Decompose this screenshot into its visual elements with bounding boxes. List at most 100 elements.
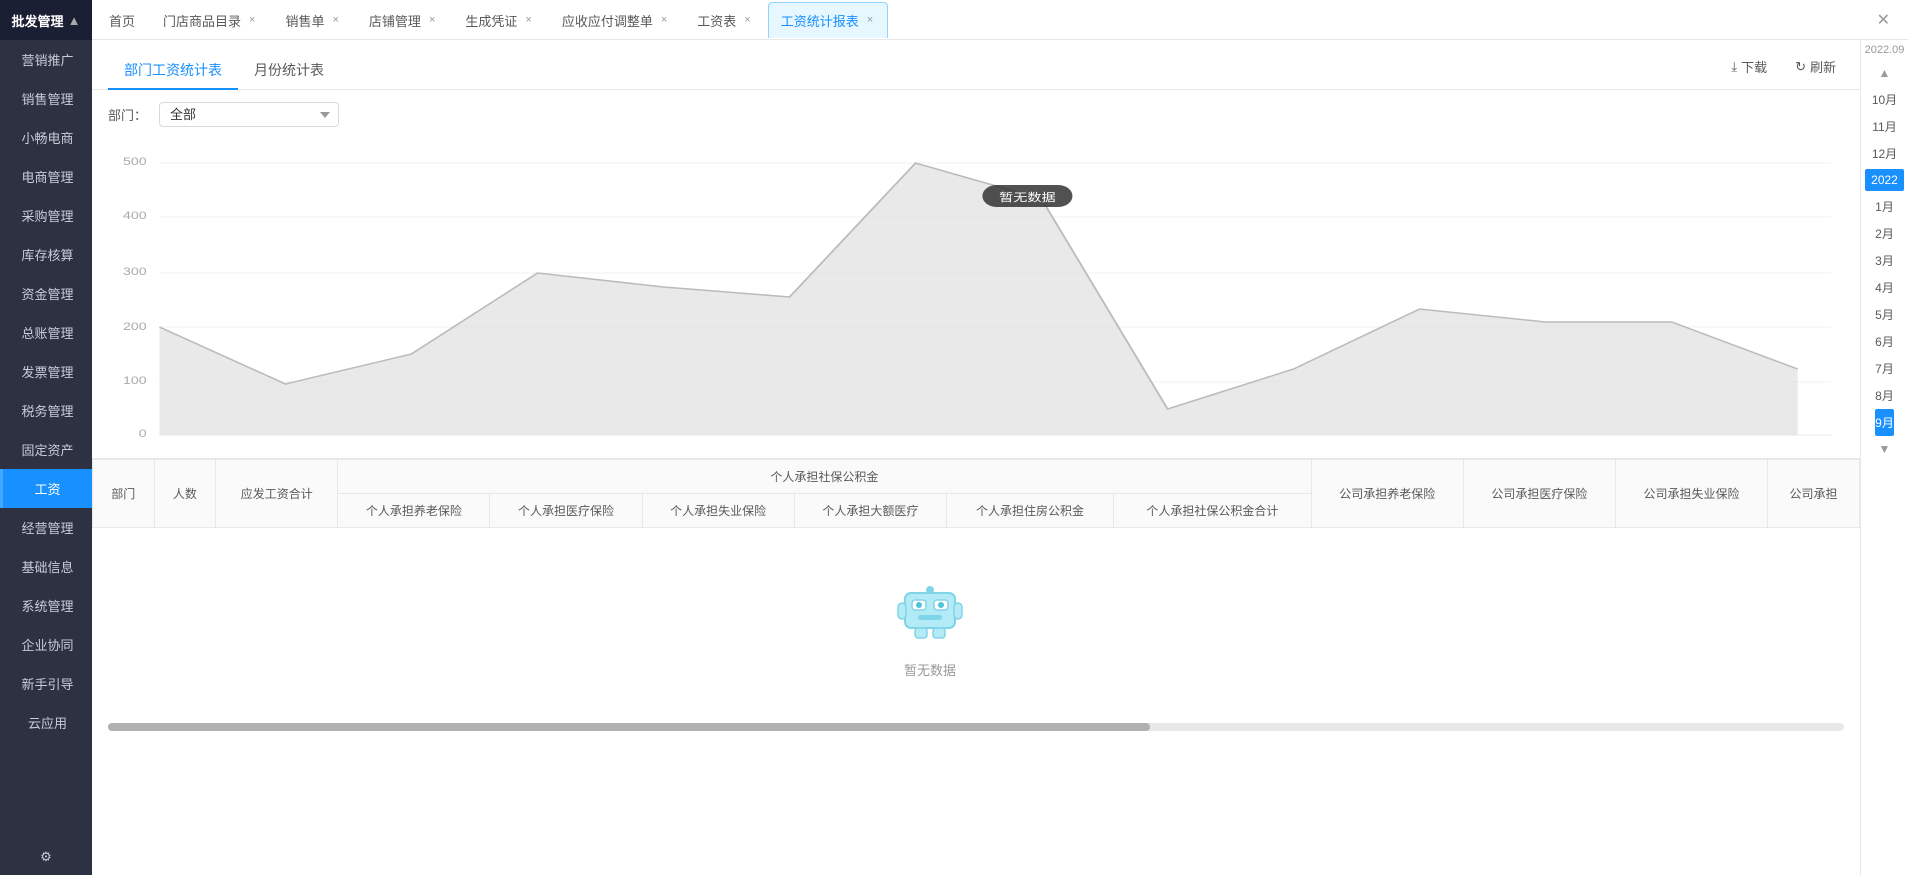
tab-close-icon[interactable]: × [742, 13, 752, 27]
sidebar-item-工资[interactable]: 工资 [0, 469, 92, 508]
filter-label: 部门： [108, 105, 147, 124]
sidebar-item-发票管理[interactable]: 发票管理 [0, 352, 92, 391]
table-area: 部门 人数 应发工资合计 个人承担社保公积金 公司承担养老保险 公司承担医疗保险… [92, 458, 1860, 875]
sidebar-item-云应用[interactable]: 云应用 [0, 703, 92, 742]
tab-店铺管理[interactable]: 店铺管理 × [356, 2, 450, 38]
th-company-other: 公司承担 [1768, 460, 1860, 528]
th-department: 部门 [93, 460, 155, 528]
tab-门店商品目录[interactable]: 门店商品目录× [150, 2, 270, 38]
empty-icon [890, 568, 970, 648]
tab-生成凭证[interactable]: 生成凭证 × [452, 2, 546, 38]
refresh-button[interactable]: ↻ 刷新 [1787, 53, 1844, 80]
tab-close-icon[interactable]: × [247, 13, 257, 27]
sidebar-item-企业协同[interactable]: 企业协同 [0, 625, 92, 664]
scrollbar-thumb[interactable] [108, 723, 1150, 731]
time-month-4月[interactable]: 4月 [1875, 274, 1894, 301]
time-down-button[interactable]: ▼ [1861, 436, 1908, 462]
time-month-2月[interactable]: 2月 [1875, 220, 1894, 247]
time-month-7月[interactable]: 7月 [1875, 355, 1894, 382]
tab-销售单[interactable]: 销售单 × [272, 2, 353, 38]
tab-close-icon[interactable]: × [330, 13, 340, 27]
sub-tab-actions: ⤓ 下载 ↻ 刷新 [1723, 53, 1844, 88]
chart-svg: 500 400 300 200 100 0 [108, 147, 1844, 447]
tab-bar-end: ✕ [1871, 8, 1904, 32]
sidebar-item-库存核算[interactable]: 库存核算 [0, 235, 92, 274]
page-content: 部门工资统计表月份统计表 ⤓ 下载 ↻ 刷新 部门： 全部 [92, 40, 1860, 875]
time-month-5月[interactable]: 5月 [1875, 301, 1894, 328]
tab-label: 销售单 [285, 11, 324, 30]
sidebar-item-采购管理[interactable]: 采购管理 [0, 196, 92, 235]
empty-state: 暂无数据 [93, 528, 1768, 719]
time-month-3月[interactable]: 3月 [1875, 247, 1894, 274]
tab-close-icon[interactable]: × [865, 13, 875, 27]
time-year-active[interactable]: 2022 [1865, 169, 1904, 191]
department-filter[interactable]: 全部 [159, 102, 339, 127]
sidebar-item-总账管理[interactable]: 总账管理 [0, 313, 92, 352]
sidebar: 批发管理 ▲ 营销推广销售管理小畅电商电商管理采购管理库存核算资金管理总账管理发… [0, 0, 92, 875]
tab-close-icon[interactable]: × [427, 13, 437, 27]
th-personal-housing: 个人承担住房公积金 [946, 494, 1113, 528]
tab-label: 应收应付调整单 [562, 11, 653, 30]
time-month-12月[interactable]: 12月 [1872, 140, 1897, 167]
time-month-6月[interactable]: 6月 [1875, 328, 1894, 355]
content-area: 部门工资统计表月份统计表 ⤓ 下载 ↻ 刷新 部门： 全部 [92, 40, 1908, 875]
tab-工资统计报表[interactable]: 工资统计报表 × [768, 2, 888, 38]
sub-tab-月份统计表[interactable]: 月份统计表 [238, 52, 340, 90]
time-month-10月[interactable]: 10月 [1872, 86, 1897, 113]
th-total-salary: 应发工资合计 [216, 460, 338, 528]
th-personal-major-medical: 个人承担大额医疗 [794, 494, 946, 528]
tab-label: 店铺管理 [369, 11, 421, 30]
time-month-1月[interactable]: 1月 [1875, 193, 1894, 220]
sidebar-item-基础信息[interactable]: 基础信息 [0, 547, 92, 586]
th-company-medical: 公司承担医疗保险 [1463, 460, 1615, 528]
tab-label: 首页 [109, 11, 135, 30]
sidebar-item-经营管理[interactable]: 经营管理 [0, 508, 92, 547]
th-company-pension: 公司承担养老保险 [1311, 460, 1463, 528]
sidebar-item-新手引导[interactable]: 新手引导 [0, 664, 92, 703]
time-up-button[interactable]: ▲ [1861, 60, 1908, 86]
th-company-unemployment: 公司承担失业保险 [1615, 460, 1767, 528]
sidebar-item-资金管理[interactable]: 资金管理 [0, 274, 92, 313]
svg-text:0: 0 [139, 427, 147, 439]
settings-button[interactable]: ⚙ [0, 839, 92, 875]
time-month-8月[interactable]: 8月 [1875, 382, 1894, 409]
time-month-9月[interactable]: 9月 [1875, 409, 1894, 436]
tab-首页[interactable]: 首页 [96, 2, 148, 38]
sidebar-item-小畅电商[interactable]: 小畅电商 [0, 118, 92, 157]
tab-label: 生成凭证 [465, 11, 517, 30]
th-count: 人数 [154, 460, 216, 528]
sidebar-item-系统管理[interactable]: 系统管理 [0, 586, 92, 625]
tab-label: 工资表 [697, 11, 736, 30]
time-panel: 2022.09 ▲ 10月11月12月 2022 1月2月3月4月5月6月7月8… [1860, 40, 1908, 875]
sidebar-item-电商管理[interactable]: 电商管理 [0, 157, 92, 196]
time-year-2022: 2022.09 [1863, 40, 1907, 60]
tab-label: 工资统计报表 [781, 11, 859, 30]
sidebar-item-税务管理[interactable]: 税务管理 [0, 391, 92, 430]
sub-tabs: 部门工资统计表月份统计表 ⤓ 下载 ↻ 刷新 [92, 40, 1860, 90]
tab-工资表[interactable]: 工资表 × [684, 2, 765, 38]
sidebar-header: 批发管理 ▲ [0, 0, 92, 40]
sidebar-item-营销推广[interactable]: 营销推广 [0, 40, 92, 79]
svg-text:暂无数据: 暂无数据 [999, 191, 1056, 203]
sub-tab-部门工资统计表[interactable]: 部门工资统计表 [108, 52, 238, 90]
time-month-11月[interactable]: 11月 [1872, 113, 1897, 140]
tab-close-icon[interactable]: × [659, 13, 669, 27]
download-button[interactable]: ⤓ 下载 [1723, 53, 1775, 80]
th-personal-medical: 个人承担医疗保险 [490, 494, 642, 528]
sidebar-toggle-icon[interactable]: ▲ [68, 13, 81, 28]
tab-应收应付调整单[interactable]: 应收应付调整单 × [549, 2, 682, 38]
tab-close-icon[interactable]: × [523, 13, 533, 27]
close-all-button[interactable]: ✕ [1871, 8, 1896, 32]
sidebar-item-销售管理[interactable]: 销售管理 [0, 79, 92, 118]
main-area: 首页门店商品目录×销售单×店铺管理×生成凭证×应收应付调整单×工资表×工资统计报… [92, 0, 1908, 875]
tab-bar: 首页门店商品目录×销售单×店铺管理×生成凭证×应收应付调整单×工资表×工资统计报… [92, 0, 1908, 40]
scrollbar-container[interactable] [92, 719, 1860, 735]
horizontal-scrollbar[interactable] [108, 723, 1844, 731]
refresh-label: 刷新 [1810, 57, 1836, 76]
th-personal-total: 个人承担社保公积金合计 [1114, 494, 1311, 528]
svg-text:400: 400 [123, 209, 147, 221]
th-personal-pension: 个人承担养老保险 [338, 494, 490, 528]
sidebar-item-固定资产[interactable]: 固定资产 [0, 430, 92, 469]
empty-text: 暂无数据 [904, 660, 956, 679]
filter-row: 部门： 全部 [92, 90, 1860, 139]
